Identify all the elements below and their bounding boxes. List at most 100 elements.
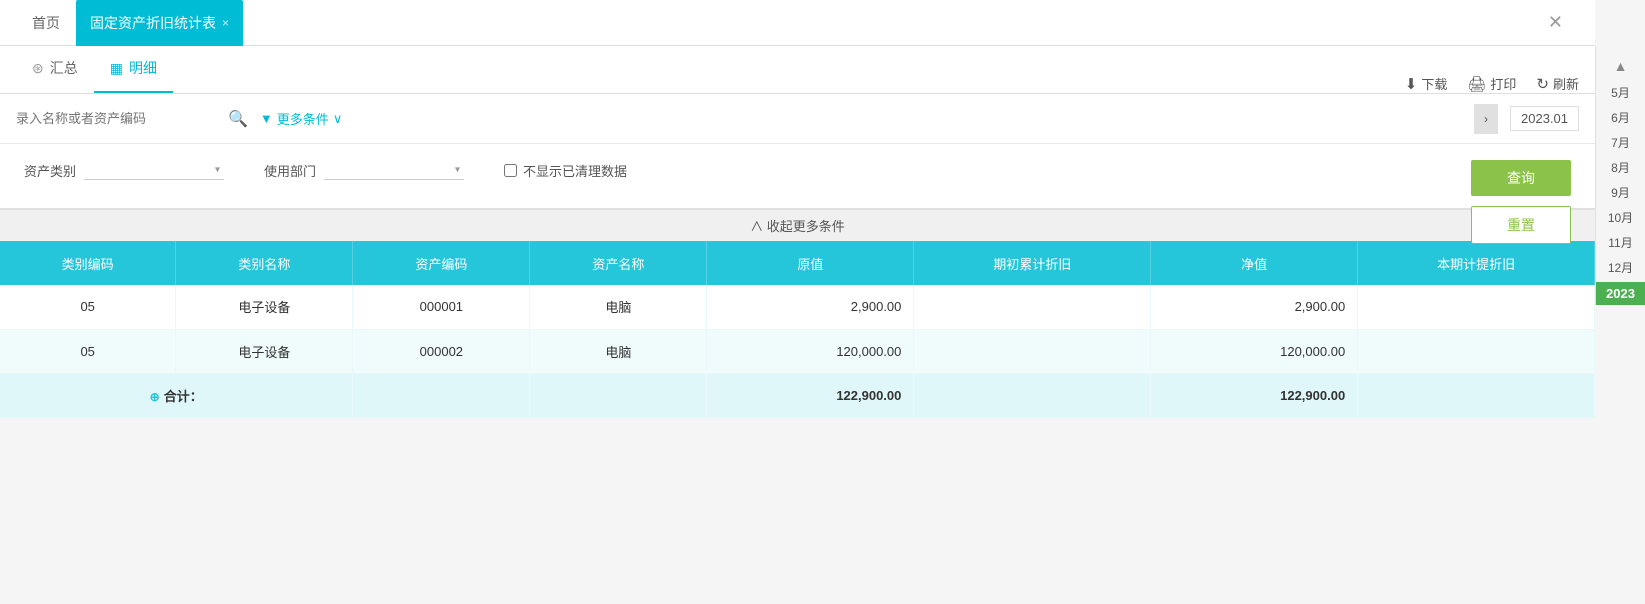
sidebar-month-item[interactable]: 11月 [1602, 230, 1639, 255]
reset-button[interactable]: 重置 [1471, 206, 1571, 244]
expand-arrow[interactable]: › [1474, 104, 1498, 134]
no-cleared-group: 不显示已清理数据 [504, 161, 627, 180]
cell-accum-depreciation [914, 285, 1151, 329]
cell-net-value: 2,900.00 [1151, 285, 1358, 329]
total-current-depreciation [1358, 373, 1595, 417]
cell-asset-name: 电脑 [530, 285, 707, 329]
total-row: ⊕合计： 122,900.00 122,900.00 [0, 373, 1595, 417]
cell-asset-code: 000001 [353, 285, 530, 329]
cell-category-code: 05 [0, 329, 176, 373]
col-accum-depreciation: 期初累计折旧 [914, 241, 1151, 285]
dept-select-wrap [324, 160, 464, 180]
download-label: 下载 [1421, 74, 1447, 93]
query-button[interactable]: 查询 [1471, 160, 1571, 196]
search-bar: 🔍 ▼ 更多条件 ∨ › 2023.01 [0, 94, 1595, 144]
filter-panel: 资产类别 使用部门 不显示已清理数据 [0, 144, 1595, 209]
total-icon: ⊕ [150, 390, 160, 404]
total-empty-name [530, 373, 707, 417]
refresh-button[interactable]: ↻ 刷新 [1536, 74, 1579, 93]
tab-close-icon[interactable]: × [222, 16, 229, 30]
date-display: 2023.01 [1510, 106, 1579, 131]
search-icon[interactable]: 🔍 [228, 109, 248, 129]
col-current-depreciation: 本期计提折旧 [1358, 241, 1595, 285]
asset-type-label: 资产类别 [24, 161, 76, 180]
print-label: 打印 [1490, 74, 1516, 93]
sidebar-month-item[interactable]: 5月 [1602, 80, 1639, 105]
toolbar: ⬇ 下载 🖨 打印 ↻ 刷新 [1405, 74, 1579, 93]
sidebar-month-item[interactable]: 6月 [1602, 105, 1639, 130]
col-category-code: 类别编码 [0, 241, 176, 285]
cell-accum-depreciation [914, 329, 1151, 373]
table-header: 类别编码 类别名称 资产编码 资产名称 原值 期初累计折旧 净值 本期计提折旧 [0, 241, 1595, 285]
dept-select[interactable] [324, 160, 464, 180]
cell-current-depreciation [1358, 329, 1595, 373]
total-label: ⊕合计： [0, 373, 353, 417]
total-original-value: 122,900.00 [707, 373, 914, 417]
window-close-button[interactable]: ✕ [1532, 12, 1579, 33]
tab-bar: ⊛ 汇总 ▦ 明细 ⬇ 下载 🖨 打印 ↻ 刷新 [0, 46, 1595, 94]
collapse-label: ∧ 收起更多条件 [750, 219, 845, 234]
asset-type-select-wrap [84, 160, 224, 180]
tab-detail-label: 明细 [129, 58, 157, 78]
more-conditions-label: 更多条件 [277, 109, 329, 128]
table-row: 05 电子设备 000001 电脑 2,900.00 2,900.00 [0, 285, 1595, 329]
total-net-value: 122,900.00 [1151, 373, 1358, 417]
sidebar-month-item[interactable]: 8月 [1602, 155, 1639, 180]
asset-type-select[interactable] [84, 160, 224, 180]
print-icon: 🖨 [1467, 75, 1486, 93]
month-list: 5月6月7月8月9月10月11月12月 [1602, 80, 1639, 280]
print-button[interactable]: 🖨 打印 [1467, 74, 1516, 93]
no-cleared-checkbox[interactable] [504, 164, 517, 177]
cell-original-value: 2,900.00 [707, 285, 914, 329]
asset-type-group: 资产类别 [24, 160, 224, 180]
tab-title: 固定资产折旧统计表 [90, 13, 216, 33]
sidebar-month-item[interactable]: 7月 [1602, 130, 1639, 155]
cell-asset-code: 000002 [353, 329, 530, 373]
filter-icon: ▼ [260, 111, 273, 126]
top-nav: 首页 固定资产折旧统计表 × ✕ [0, 0, 1595, 46]
download-icon: ⬇ [1405, 75, 1418, 93]
col-category-name: 类别名称 [176, 241, 353, 285]
detail-icon: ▦ [110, 60, 123, 77]
table-container: 类别编码 类别名称 资产编码 资产名称 原值 期初累计折旧 净值 本期计提折旧 … [0, 241, 1595, 418]
cell-category-name: 电子设备 [176, 329, 353, 373]
col-net-value: 净值 [1151, 241, 1358, 285]
tab-summary-label: 汇总 [50, 58, 78, 78]
table-body: 05 电子设备 000001 电脑 2,900.00 2,900.00 05 电… [0, 285, 1595, 417]
filter-row: 资产类别 使用部门 不显示已清理数据 [24, 160, 1571, 180]
refresh-icon: ↻ [1536, 75, 1549, 93]
active-tab[interactable]: 固定资产折旧统计表 × [76, 0, 243, 46]
dept-label: 使用部门 [264, 161, 316, 180]
tab-detail[interactable]: ▦ 明细 [94, 45, 173, 93]
total-empty-code [353, 373, 530, 417]
chevron-down-icon: ∨ [333, 111, 343, 127]
summary-icon: ⊛ [32, 60, 44, 77]
cell-net-value: 120,000.00 [1151, 329, 1358, 373]
home-tab[interactable]: 首页 [16, 13, 76, 33]
tab-summary[interactable]: ⊛ 汇总 [16, 45, 94, 93]
table-row: 05 电子设备 000002 电脑 120,000.00 120,000.00 [0, 329, 1595, 373]
cell-asset-name: 电脑 [530, 329, 707, 373]
total-accum-depreciation [914, 373, 1151, 417]
col-original-value: 原值 [707, 241, 914, 285]
sidebar-month-item[interactable]: 9月 [1602, 180, 1639, 205]
download-button[interactable]: ⬇ 下载 [1405, 74, 1448, 93]
cell-original-value: 120,000.00 [707, 329, 914, 373]
filter-buttons: 查询 重置 [1471, 160, 1571, 244]
sidebar-month-item[interactable]: 12月 [1602, 255, 1639, 280]
refresh-label: 刷新 [1553, 74, 1579, 93]
cell-category-name: 电子设备 [176, 285, 353, 329]
year-badge[interactable]: 2023 [1596, 282, 1645, 305]
cell-category-code: 05 [0, 285, 176, 329]
sidebar-month-item[interactable]: 10月 [1602, 205, 1639, 230]
col-asset-name: 资产名称 [530, 241, 707, 285]
dept-group: 使用部门 [264, 160, 464, 180]
more-conditions-button[interactable]: ▼ 更多条件 ∨ [260, 109, 342, 128]
scroll-up-icon[interactable]: ▲ [1610, 54, 1632, 78]
right-sidebar: ▲ 5月6月7月8月9月10月11月12月 2023 [1595, 46, 1645, 305]
collapse-bar[interactable]: ∧ 收起更多条件 [0, 209, 1595, 241]
search-input[interactable] [16, 111, 216, 126]
no-cleared-label: 不显示已清理数据 [523, 161, 627, 180]
data-table: 类别编码 类别名称 资产编码 资产名称 原值 期初累计折旧 净值 本期计提折旧 … [0, 241, 1595, 418]
col-asset-code: 资产编码 [353, 241, 530, 285]
